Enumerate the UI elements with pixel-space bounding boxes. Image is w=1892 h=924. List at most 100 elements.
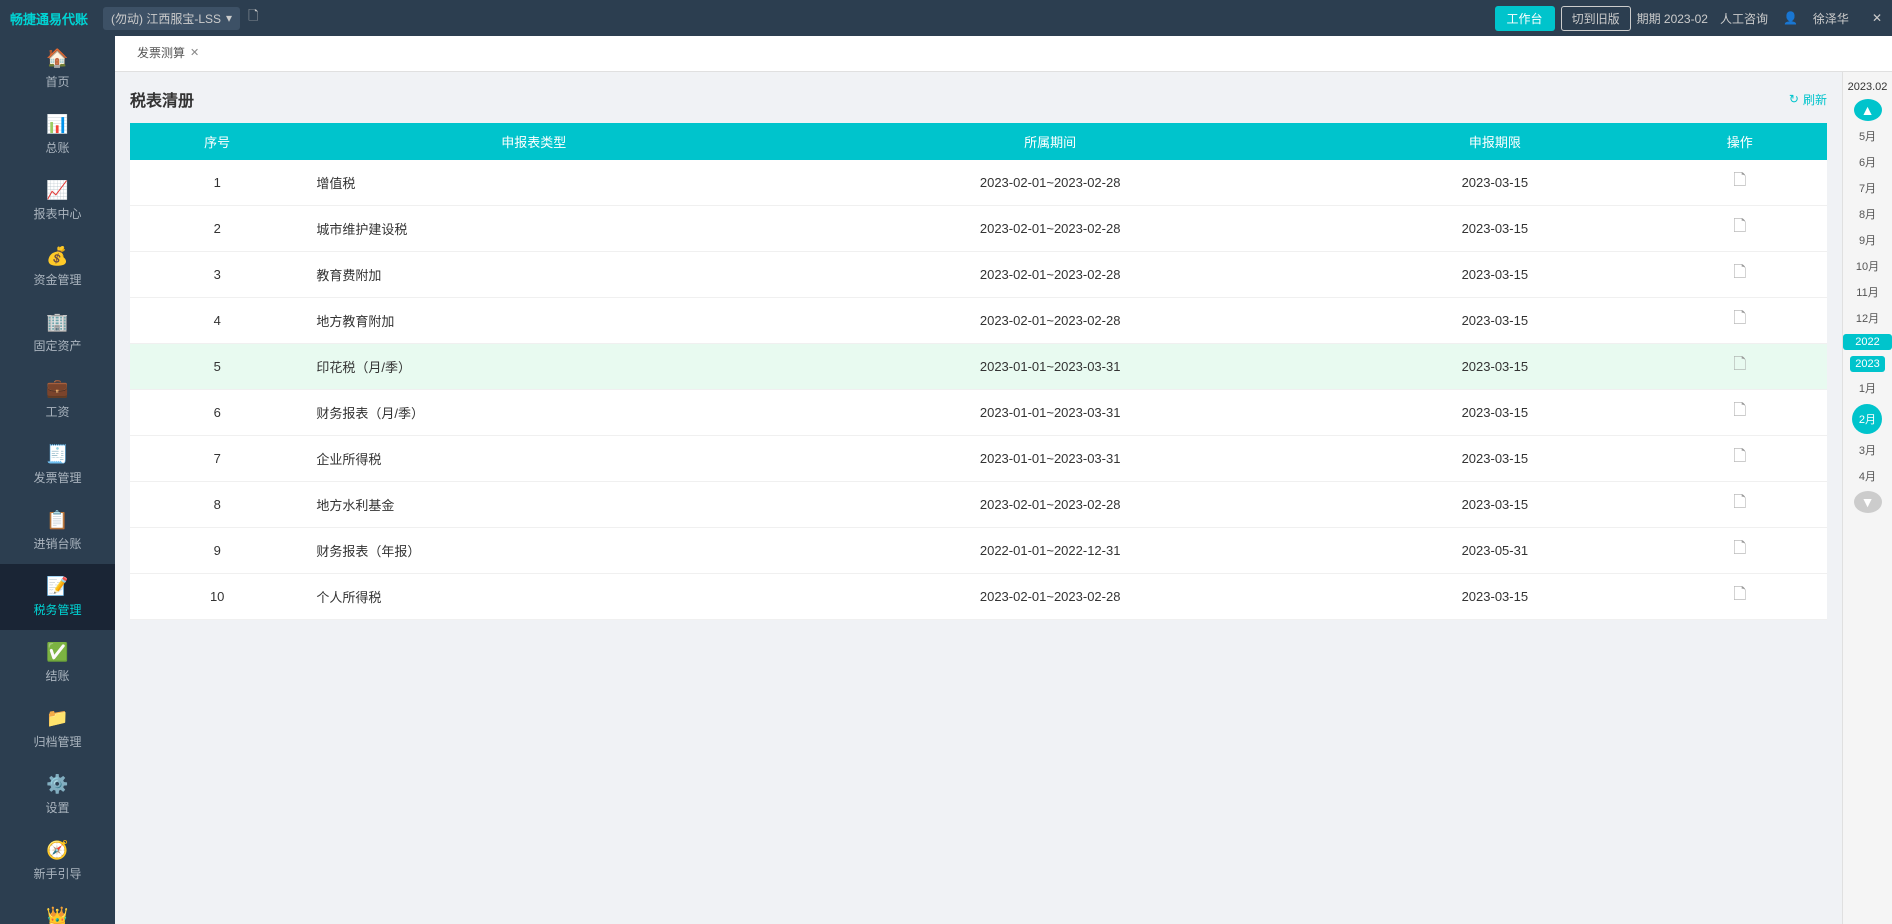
- sidebar-item-进销台账[interactable]: 📋 进销台账: [0, 498, 115, 564]
- sidebar-item-设置[interactable]: ⚙️ 设置: [0, 762, 115, 828]
- action-icon[interactable]: 🗋: [1733, 494, 1746, 511]
- sidebar-icon: 👑: [46, 906, 68, 924]
- sidebar-item-新手引导[interactable]: 🧭 新手引导: [0, 828, 115, 894]
- row-id: 8: [130, 482, 304, 528]
- calendar-month-2023-1月[interactable]: 1月: [1850, 375, 1884, 401]
- year-2023-label[interactable]: 2023: [1850, 356, 1884, 372]
- row-action[interactable]: 🗋: [1653, 160, 1827, 206]
- company-name: (勿动) 江西服宝-LSS: [111, 10, 221, 27]
- row-type: 企业所得税: [304, 436, 763, 482]
- calendar-month-2023-3月[interactable]: 3月: [1850, 437, 1884, 463]
- refresh-button[interactable]: ↻ 刷新: [1789, 91, 1827, 108]
- row-type: 教育费附加: [304, 252, 763, 298]
- calendar-month-2022-11月[interactable]: 11月: [1854, 279, 1881, 305]
- tab-bar: 首页工资表✕工资统计报表✕发票✕发票测算✕发票开具✕进销稽核✕进销台账✕税表清册…: [115, 36, 1892, 72]
- sidebar-icon: 💼: [46, 378, 68, 399]
- row-id: 5: [130, 344, 304, 390]
- calendar-header: 2023.02: [1846, 77, 1890, 97]
- sidebar-icon: 📈: [46, 180, 68, 201]
- action-icon[interactable]: 🗋: [1733, 586, 1746, 603]
- action-icon[interactable]: 🗋: [1733, 448, 1746, 465]
- row-action[interactable]: 🗋: [1653, 298, 1827, 344]
- calendar-active-month[interactable]: 2月: [1852, 404, 1882, 434]
- sidebar-item-报表中心[interactable]: 📈 报表中心: [0, 168, 115, 234]
- row-deadline: 2023-03-15: [1337, 436, 1653, 482]
- row-deadline: 2023-03-15: [1337, 160, 1653, 206]
- action-icon[interactable]: 🗋: [1733, 310, 1746, 327]
- sidebar-item-label: 税务管理: [33, 601, 81, 618]
- row-period: 2022-01-01~2022-12-31: [763, 528, 1337, 574]
- row-deadline: 2023-03-15: [1337, 206, 1653, 252]
- sidebar-item-发票管理[interactable]: 🧾 发票管理: [0, 432, 115, 498]
- sidebar-item-归档管理[interactable]: 📁 归档管理: [0, 696, 115, 762]
- row-deadline: 2023-05-31: [1337, 528, 1653, 574]
- calendar-down-button[interactable]: ▼: [1854, 491, 1882, 513]
- ai-consult-link[interactable]: 人工咨询: [1720, 10, 1768, 27]
- sidebar-item-label: 首页: [45, 73, 69, 90]
- row-action[interactable]: 🗋: [1653, 528, 1827, 574]
- sidebar-item-总账[interactable]: 📊 总账: [0, 102, 115, 168]
- row-deadline: 2023-03-15: [1337, 390, 1653, 436]
- sidebar-item-畅会员[interactable]: 👑 畅会员: [0, 894, 115, 924]
- row-action[interactable]: 🗋: [1653, 206, 1827, 252]
- calendar-month-2023-4月[interactable]: 4月: [1850, 463, 1884, 489]
- table-header-操作: 操作: [1653, 123, 1827, 160]
- sidebar-icon: 🏢: [46, 312, 68, 333]
- calendar-month-2022-7月[interactable]: 7月: [1854, 175, 1881, 201]
- row-type: 地方水利基金: [304, 482, 763, 528]
- row-period: 2023-02-01~2023-02-28: [763, 482, 1337, 528]
- table-header-所属期间: 所属期间: [763, 123, 1337, 160]
- table-row: 1 增值税 2023-02-01~2023-02-28 2023-03-15 🗋: [130, 160, 1827, 206]
- calendar-month-2022-9月[interactable]: 9月: [1854, 227, 1881, 253]
- row-id: 3: [130, 252, 304, 298]
- row-period: 2023-01-01~2023-03-31: [763, 344, 1337, 390]
- action-icon[interactable]: 🗋: [1733, 356, 1746, 373]
- calendar-month-2022-8月[interactable]: 8月: [1854, 201, 1881, 227]
- sidebar-item-首页[interactable]: 🏠 首页: [0, 36, 115, 102]
- row-action[interactable]: 🗋: [1653, 574, 1827, 620]
- calendar-month-2022-5月[interactable]: 5月: [1854, 123, 1881, 149]
- calendar-month-2022-12月[interactable]: 12月: [1854, 305, 1881, 331]
- row-type: 增值税: [304, 160, 763, 206]
- table-header-序号: 序号: [130, 123, 304, 160]
- row-id: 6: [130, 390, 304, 436]
- period-info: 期期 2023-02: [1637, 10, 1708, 27]
- table-row: 10 个人所得税 2023-02-01~2023-02-28 2023-03-1…: [130, 574, 1827, 620]
- sidebar-item-资金管理[interactable]: 💰 资金管理: [0, 234, 115, 300]
- row-action[interactable]: 🗋: [1653, 482, 1827, 528]
- year-2022-label[interactable]: 2022: [1843, 334, 1892, 350]
- sidebar-item-结账[interactable]: ✅ 结账: [0, 630, 115, 696]
- row-period: 2023-02-01~2023-02-28: [763, 298, 1337, 344]
- row-action[interactable]: 🗋: [1653, 344, 1827, 390]
- tab-发票测算[interactable]: 发票测算 ✕: [125, 36, 235, 71]
- action-icon[interactable]: 🗋: [1733, 540, 1746, 557]
- action-icon[interactable]: 🗋: [1733, 402, 1746, 419]
- calendar-up-button[interactable]: ▲: [1854, 99, 1882, 121]
- sidebar-item-工资[interactable]: 💼 工资: [0, 366, 115, 432]
- calendar-month-2022-6月[interactable]: 6月: [1854, 149, 1881, 175]
- close-window-icon[interactable]: ✕: [1872, 11, 1882, 25]
- tab-close-icon[interactable]: ✕: [190, 46, 199, 59]
- row-deadline: 2023-03-15: [1337, 252, 1653, 298]
- company-selector[interactable]: (勿动) 江西服宝-LSS ▾: [103, 7, 240, 30]
- row-id: 10: [130, 574, 304, 620]
- page-main: 税表清册 ↻ 刷新 序号申报表类型所属期间申报期限操作 1 增值税 2023-0…: [115, 72, 1842, 924]
- row-action[interactable]: 🗋: [1653, 252, 1827, 298]
- row-action[interactable]: 🗋: [1653, 390, 1827, 436]
- calendar-month-2022-10月[interactable]: 10月: [1854, 253, 1881, 279]
- sidebar-item-固定资产[interactable]: 🏢 固定资产: [0, 300, 115, 366]
- sidebar-item-税务管理[interactable]: 📝 税务管理: [0, 564, 115, 630]
- row-type: 财务报表（年报）: [304, 528, 763, 574]
- table-row: 9 财务报表（年报） 2022-01-01~2022-12-31 2023-05…: [130, 528, 1827, 574]
- switch-button[interactable]: 切到旧版: [1561, 6, 1631, 31]
- row-type: 财务报表（月/季）: [304, 390, 763, 436]
- action-icon[interactable]: 🗋: [1733, 264, 1746, 281]
- row-action[interactable]: 🗋: [1653, 436, 1827, 482]
- username: 徐泽华: [1813, 10, 1849, 27]
- action-icon[interactable]: 🗋: [1733, 172, 1746, 189]
- tab-label: 发票测算: [137, 44, 185, 61]
- action-icon[interactable]: 🗋: [1733, 218, 1746, 235]
- workspace-button[interactable]: 工作台: [1495, 6, 1555, 31]
- calendar-month-active-wrapper: 2月: [1850, 401, 1884, 437]
- row-id: 9: [130, 528, 304, 574]
